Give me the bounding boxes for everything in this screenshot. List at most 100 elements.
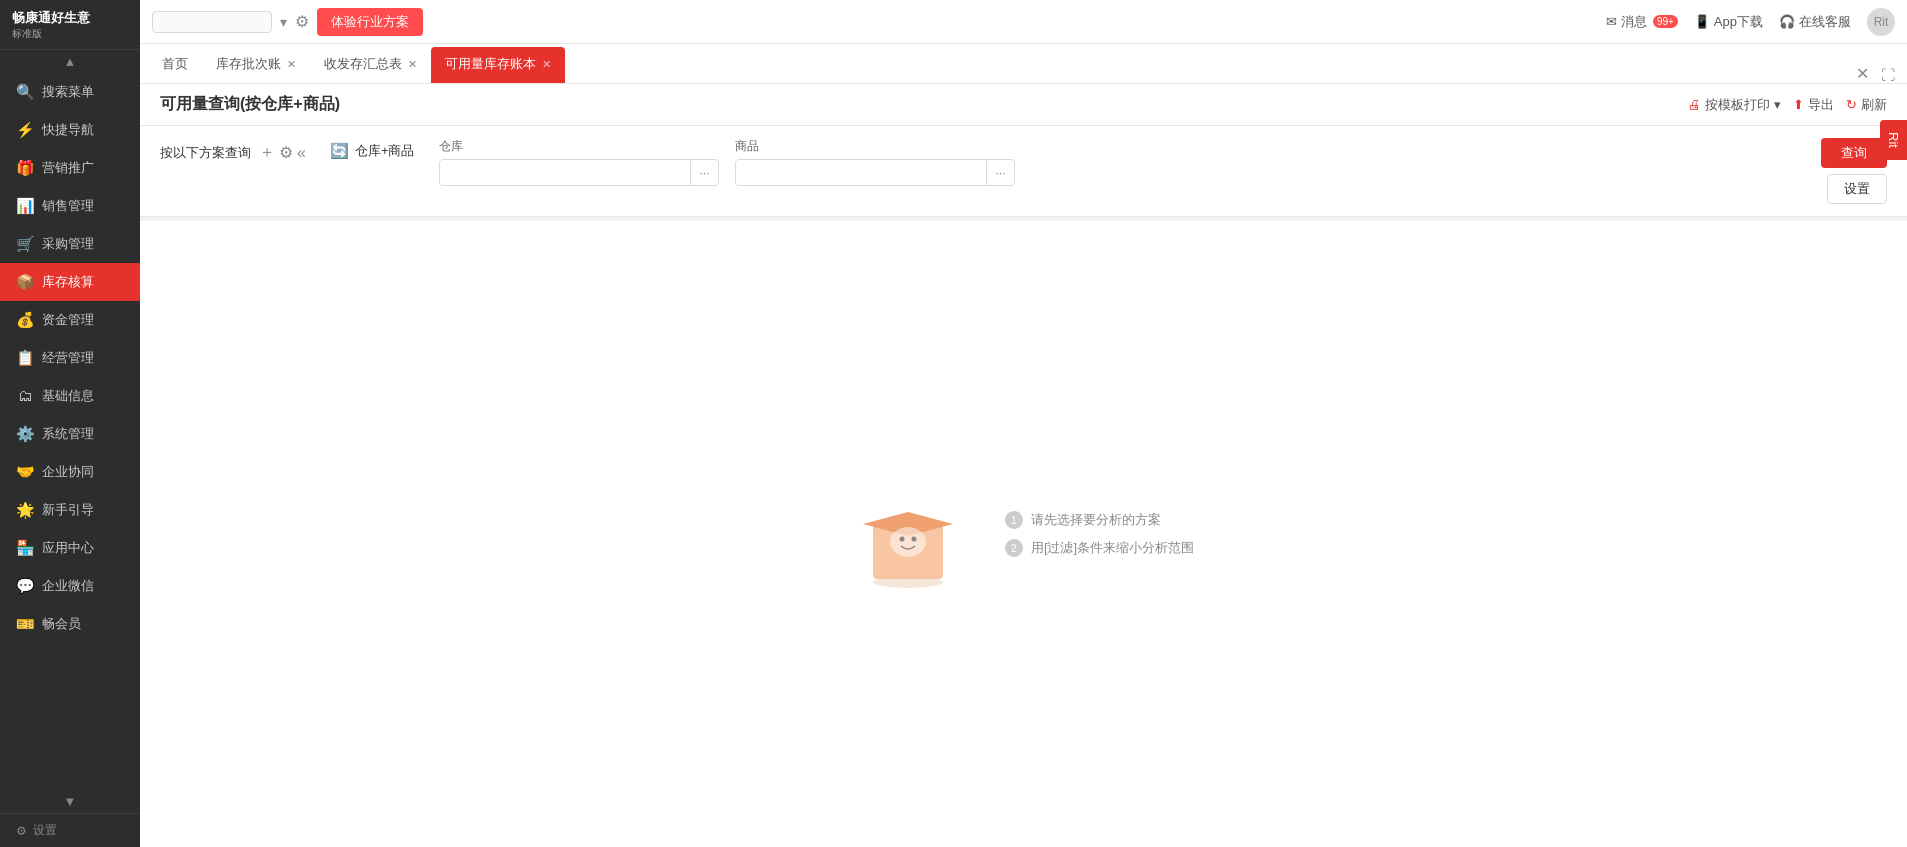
empty-illustration [853,474,973,594]
filter-field-warehouse: 仓库 ··· [439,138,719,186]
tab-batch-ledger[interactable]: 库存批次账 ✕ [202,47,310,83]
message-icon: ✉ [1606,14,1617,29]
tab-collect-ledger[interactable]: 收发存汇总表 ✕ [310,47,431,83]
online-service-label: 在线客服 [1799,13,1851,31]
sidebar-scroll-up[interactable]: ▲ [0,50,140,73]
warehouse-input[interactable] [440,160,691,185]
settings-button[interactable]: 设置 [1827,174,1887,204]
sidebar-item-search[interactable]: 🔍 搜索菜单 [0,73,140,111]
filter-fields: 仓库 ··· 商品 ··· [439,138,1806,186]
phone-icon: 📱 [1694,14,1710,29]
tab-home-label: 首页 [162,55,188,73]
headset-icon: 🎧 [1779,14,1795,29]
app-download-btn[interactable]: 📱 App下载 [1694,13,1763,31]
sidebar-item-label: 经营管理 [42,349,94,367]
sidebar-item-label: 基础信息 [42,387,94,405]
refresh-icon: ↻ [1846,97,1857,112]
gear-icon: ⚙ [295,13,309,30]
header-right: ✉ 消息 99+ 📱 App下载 🎧 在线客服 Rit [1606,8,1895,36]
sidebar-item-label: 畅会员 [42,615,81,633]
user-avatar[interactable]: Rit [1867,8,1895,36]
empty-tip-1: 1 请先选择要分析的方案 [1005,511,1194,529]
page-title-actions: 🖨 按模板打印 ▾ ⬆ 导出 ↻ 刷新 [1688,96,1887,114]
sidebar-item-basic[interactable]: 🗂 基础信息 [0,377,140,415]
sidebar-item-label: 企业协同 [42,463,94,481]
empty-svg [853,474,973,594]
sidebar-item-marketing[interactable]: 🎁 营销推广 [0,149,140,187]
print-icon: 🖨 [1688,97,1701,112]
filter-btns: ＋ ⚙ « [259,138,306,163]
scheme-label: 仓库+商品 [355,142,415,160]
sidebar-item-guide[interactable]: 🌟 新手引导 [0,491,140,529]
sales-icon: 📊 [16,197,34,215]
sidebar-item-sales[interactable]: 📊 销售管理 [0,187,140,225]
tip-text-1: 请先选择要分析的方案 [1031,511,1161,529]
warehouse-more-btn[interactable]: ··· [690,161,717,185]
sidebar-scroll-down[interactable]: ▼ [0,790,140,813]
filter-scheme-label: 按以下方案查询 [160,138,251,162]
refresh-label: 刷新 [1861,96,1887,114]
sidebar-settings-label: 设置 [33,822,57,839]
operation-icon: 📋 [16,349,34,367]
online-service-btn[interactable]: 🎧 在线客服 [1779,13,1851,31]
sidebar-item-system[interactable]: ⚙️ 系统管理 [0,415,140,453]
tab-maximize-btn[interactable]: ⛶ [1877,67,1899,83]
goods-input[interactable] [736,160,987,185]
sidebar-item-member[interactable]: 🎫 畅会员 [0,605,140,643]
gear-button[interactable]: ⚙ [295,12,309,31]
wechat-icon: 💬 [16,577,34,595]
breadcrumb-input[interactable] [152,11,272,33]
page-title: 可用量查询(按仓库+商品) [160,94,340,115]
filter-settings-btn[interactable]: ⚙ [279,142,293,163]
filter-add-btn[interactable]: ＋ [259,142,275,163]
chevron-down-btn[interactable]: ▾ [280,14,287,30]
refresh-btn[interactable]: ↻ 刷新 [1846,96,1887,114]
sidebar-item-label: 营销推广 [42,159,94,177]
sidebar-item-wechat[interactable]: 💬 企业微信 [0,567,140,605]
sidebar-item-label: 系统管理 [42,425,94,443]
tab-close-icon[interactable]: ✕ [408,58,417,71]
settings-icon: ⚙ [16,824,27,838]
appstore-icon: 🏪 [16,539,34,557]
sidebar-item-label: 搜索菜单 [42,83,94,101]
empty-tips: 1 请先选择要分析的方案 2 用[过滤]条件来缩小分析范围 [1005,511,1194,557]
guide-icon: 🌟 [16,501,34,519]
message-btn[interactable]: ✉ 消息 99+ [1606,13,1678,31]
query-area: 按以下方案查询 ＋ ⚙ « 🔄 仓库+商品 仓库 ··· [140,126,1907,217]
sidebar-item-appstore[interactable]: 🏪 应用中心 [0,529,140,567]
tab-home[interactable]: 首页 [148,47,202,83]
system-icon: ⚙️ [16,425,34,443]
scheme-item-warehouse-goods[interactable]: 🔄 仓库+商品 [322,138,423,164]
sidebar-item-purchase[interactable]: 🛒 采购管理 [0,225,140,263]
sidebar-item-finance[interactable]: 💰 资金管理 [0,301,140,339]
sidebar-item-label: 资金管理 [42,311,94,329]
sidebar-item-label: 采购管理 [42,235,94,253]
page-content: 可用量查询(按仓库+商品) 🖨 按模板打印 ▾ ⬆ 导出 ↻ 刷新 [140,84,1907,847]
experience-btn[interactable]: 体验行业方案 [317,8,423,36]
sidebar-item-inventory[interactable]: 📦 库存核算 [0,263,140,301]
page-title-bar: 可用量查询(按仓库+商品) 🖨 按模板打印 ▾ ⬆ 导出 ↻ 刷新 [140,84,1907,126]
tab-available-ledger[interactable]: 可用量库存账本 ✕ [431,47,565,83]
sidebar-item-operation[interactable]: 📋 经营管理 [0,339,140,377]
chevron-down-icon: ▾ [280,14,287,30]
sidebar-logo: 畅康通好生意 标准版 [0,0,140,50]
scheme-icon: 🔄 [330,142,349,160]
print-btn[interactable]: 🖨 按模板打印 ▾ [1688,96,1781,114]
tab-close-all-btn[interactable]: ✕ [1848,64,1877,83]
logo-title: 畅康通好生意 [12,10,128,27]
sidebar-item-enterprise[interactable]: 🤝 企业协同 [0,453,140,491]
empty-state: 1 请先选择要分析的方案 2 用[过滤]条件来缩小分析范围 [140,221,1907,847]
tab-close-icon[interactable]: ✕ [287,58,296,71]
filter-collapse-btn[interactable]: « [297,142,306,163]
empty-tip-2: 2 用[过滤]条件来缩小分析范围 [1005,539,1194,557]
app-download-label: App下载 [1714,13,1763,31]
export-icon: ⬆ [1793,97,1804,112]
export-btn[interactable]: ⬆ 导出 [1793,96,1834,114]
query-button[interactable]: 查询 [1821,138,1887,168]
tab-close-icon[interactable]: ✕ [542,58,551,71]
goods-more-btn[interactable]: ··· [986,161,1013,185]
sidebar-item-quick-nav[interactable]: ⚡ 快捷导航 [0,111,140,149]
filter-section: 按以下方案查询 ＋ ⚙ « [160,138,306,163]
rit-side-label[interactable]: Rit [1880,120,1907,160]
goods-field-label: 商品 [735,138,1015,155]
